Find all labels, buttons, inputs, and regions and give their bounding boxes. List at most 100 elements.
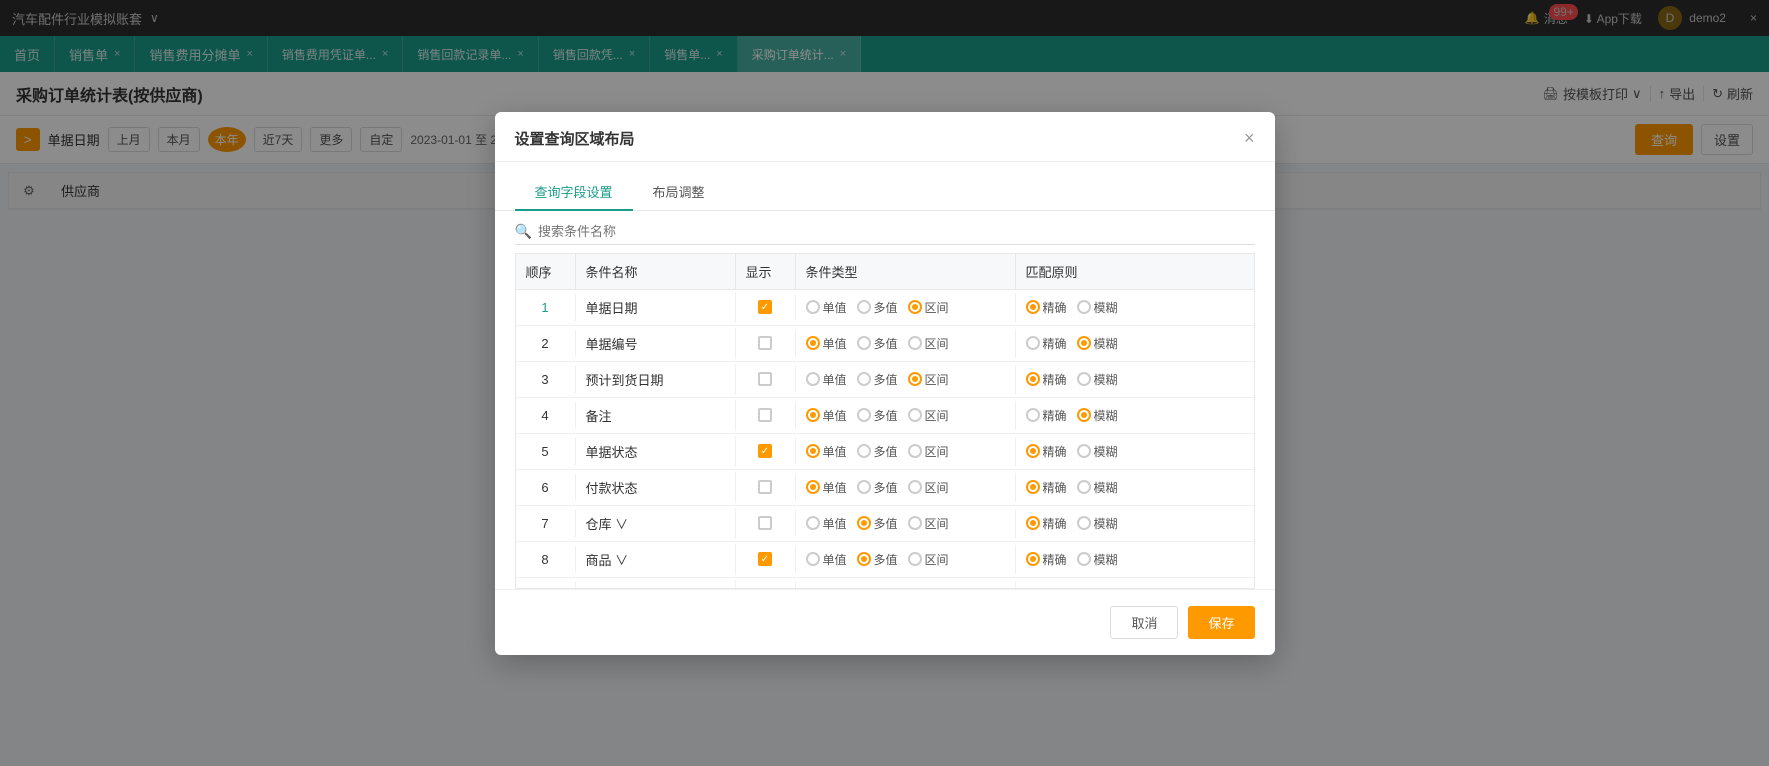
radio-exact-7[interactable]: 精确 bbox=[1026, 515, 1067, 532]
radio-range-4[interactable]: 区间 bbox=[908, 407, 949, 424]
radio-fuzzy-8[interactable]: 模糊 bbox=[1077, 551, 1118, 568]
cell-show-8[interactable]: ✓ bbox=[736, 546, 796, 572]
radio-circle-multi-5[interactable] bbox=[857, 444, 871, 458]
radio-circle-fuzzy-1[interactable] bbox=[1077, 300, 1091, 314]
cell-show-2[interactable] bbox=[736, 330, 796, 356]
radio-circle-exact-3[interactable] bbox=[1026, 372, 1040, 386]
radio-circle-range-5[interactable] bbox=[908, 444, 922, 458]
radio-range-1[interactable]: 区间 bbox=[908, 299, 949, 316]
radio-multi-7[interactable]: 多值 bbox=[857, 515, 898, 532]
radio-fuzzy-1[interactable]: 模糊 bbox=[1077, 299, 1118, 316]
radio-circle-exact-8[interactable] bbox=[1026, 552, 1040, 566]
radio-exact-8[interactable]: 精确 bbox=[1026, 551, 1067, 568]
dialog-tab-layout[interactable]: 布局调整 bbox=[633, 174, 725, 211]
radio-fuzzy-7[interactable]: 模糊 bbox=[1077, 515, 1118, 532]
radio-circle-exact-7[interactable] bbox=[1026, 516, 1040, 530]
radio-range-2[interactable]: 区间 bbox=[908, 335, 949, 352]
radio-circle-exact-1[interactable] bbox=[1026, 300, 1040, 314]
cell-show-4[interactable] bbox=[736, 402, 796, 428]
radio-circle-fuzzy-4[interactable] bbox=[1077, 408, 1091, 422]
radio-multi-5[interactable]: 多值 bbox=[857, 443, 898, 460]
radio-exact-6[interactable]: 精确 bbox=[1026, 479, 1067, 496]
radio-circle-fuzzy-2[interactable] bbox=[1077, 336, 1091, 350]
radio-circle-multi-2[interactable] bbox=[857, 336, 871, 350]
search-input[interactable] bbox=[538, 224, 758, 239]
cell-show-3[interactable] bbox=[736, 366, 796, 392]
radio-circle-single-6[interactable] bbox=[806, 480, 820, 494]
radio-circle-single-8[interactable] bbox=[806, 552, 820, 566]
radio-single-8[interactable]: 单值 bbox=[806, 551, 847, 568]
checkbox-1[interactable]: ✓ bbox=[758, 300, 772, 314]
radio-circle-range-6[interactable] bbox=[908, 480, 922, 494]
radio-circle-range-4[interactable] bbox=[908, 408, 922, 422]
radio-single-7[interactable]: 单值 bbox=[806, 515, 847, 532]
radio-range-7[interactable]: 区间 bbox=[908, 515, 949, 532]
radio-single-5[interactable]: 单值 bbox=[806, 443, 847, 460]
cell-show-5[interactable]: ✓ bbox=[736, 438, 796, 464]
radio-circle-single-7[interactable] bbox=[806, 516, 820, 530]
radio-range-3[interactable]: 区间 bbox=[908, 371, 949, 388]
radio-circle-exact-2[interactable] bbox=[1026, 336, 1040, 350]
radio-single-3[interactable]: 单值 bbox=[806, 371, 847, 388]
checkbox-8[interactable]: ✓ bbox=[758, 552, 772, 566]
radio-multi-4[interactable]: 多值 bbox=[857, 407, 898, 424]
dialog-tab-query-fields[interactable]: 查询字段设置 bbox=[515, 174, 633, 211]
radio-single-1[interactable]: 单值 bbox=[806, 299, 847, 316]
radio-multi-2[interactable]: 多值 bbox=[857, 335, 898, 352]
cancel-button[interactable]: 取消 bbox=[1110, 606, 1178, 639]
radio-range-6[interactable]: 区间 bbox=[908, 479, 949, 496]
radio-circle-single-5[interactable] bbox=[806, 444, 820, 458]
radio-range-5[interactable]: 区间 bbox=[908, 443, 949, 460]
cell-show-1[interactable]: ✓ bbox=[736, 294, 796, 320]
checkbox-7[interactable] bbox=[758, 516, 772, 530]
radio-circle-single-2[interactable] bbox=[806, 336, 820, 350]
radio-multi-3[interactable]: 多值 bbox=[857, 371, 898, 388]
radio-circle-range-7[interactable] bbox=[908, 516, 922, 530]
radio-multi-1[interactable]: 多值 bbox=[857, 299, 898, 316]
radio-fuzzy-5[interactable]: 模糊 bbox=[1077, 443, 1118, 460]
checkbox-5[interactable]: ✓ bbox=[758, 444, 772, 458]
radio-range-8[interactable]: 区间 bbox=[908, 551, 949, 568]
checkbox-6[interactable] bbox=[758, 480, 772, 494]
radio-circle-single-1[interactable] bbox=[806, 300, 820, 314]
radio-circle-range-1[interactable] bbox=[908, 300, 922, 314]
radio-circle-range-2[interactable] bbox=[908, 336, 922, 350]
radio-exact-1[interactable]: 精确 bbox=[1026, 299, 1067, 316]
dialog-close-btn[interactable]: × bbox=[1244, 129, 1255, 147]
radio-fuzzy-6[interactable]: 模糊 bbox=[1077, 479, 1118, 496]
checkbox-4[interactable] bbox=[758, 408, 772, 422]
radio-circle-multi-4[interactable] bbox=[857, 408, 871, 422]
radio-circle-multi-1[interactable] bbox=[857, 300, 871, 314]
radio-single-2[interactable]: 单值 bbox=[806, 335, 847, 352]
radio-circle-exact-4[interactable] bbox=[1026, 408, 1040, 422]
radio-fuzzy-3[interactable]: 模糊 bbox=[1077, 371, 1118, 388]
radio-fuzzy-2[interactable]: 模糊 bbox=[1077, 335, 1118, 352]
radio-circle-range-3[interactable] bbox=[908, 372, 922, 386]
radio-exact-4[interactable]: 精确 bbox=[1026, 407, 1067, 424]
radio-circle-fuzzy-5[interactable] bbox=[1077, 444, 1091, 458]
radio-single-4[interactable]: 单值 bbox=[806, 407, 847, 424]
radio-exact-5[interactable]: 精确 bbox=[1026, 443, 1067, 460]
checkbox-3[interactable] bbox=[758, 372, 772, 386]
radio-circle-single-3[interactable] bbox=[806, 372, 820, 386]
radio-circle-fuzzy-8[interactable] bbox=[1077, 552, 1091, 566]
radio-circle-single-4[interactable] bbox=[806, 408, 820, 422]
cell-show-6[interactable] bbox=[736, 474, 796, 500]
radio-circle-multi-3[interactable] bbox=[857, 372, 871, 386]
radio-circle-multi-7[interactable] bbox=[857, 516, 871, 530]
checkbox-2[interactable] bbox=[758, 336, 772, 350]
radio-circle-range-8[interactable] bbox=[908, 552, 922, 566]
radio-circle-multi-8[interactable] bbox=[857, 552, 871, 566]
radio-exact-3[interactable]: 精确 bbox=[1026, 371, 1067, 388]
radio-multi-8[interactable]: 多值 bbox=[857, 551, 898, 568]
radio-fuzzy-4[interactable]: 模糊 bbox=[1077, 407, 1118, 424]
radio-circle-exact-5[interactable] bbox=[1026, 444, 1040, 458]
radio-single-6[interactable]: 单值 bbox=[806, 479, 847, 496]
radio-circle-exact-6[interactable] bbox=[1026, 480, 1040, 494]
radio-circle-fuzzy-6[interactable] bbox=[1077, 480, 1091, 494]
radio-circle-fuzzy-7[interactable] bbox=[1077, 516, 1091, 530]
save-button[interactable]: 保存 bbox=[1188, 606, 1254, 639]
radio-circle-multi-6[interactable] bbox=[857, 480, 871, 494]
radio-circle-fuzzy-3[interactable] bbox=[1077, 372, 1091, 386]
radio-exact-2[interactable]: 精确 bbox=[1026, 335, 1067, 352]
